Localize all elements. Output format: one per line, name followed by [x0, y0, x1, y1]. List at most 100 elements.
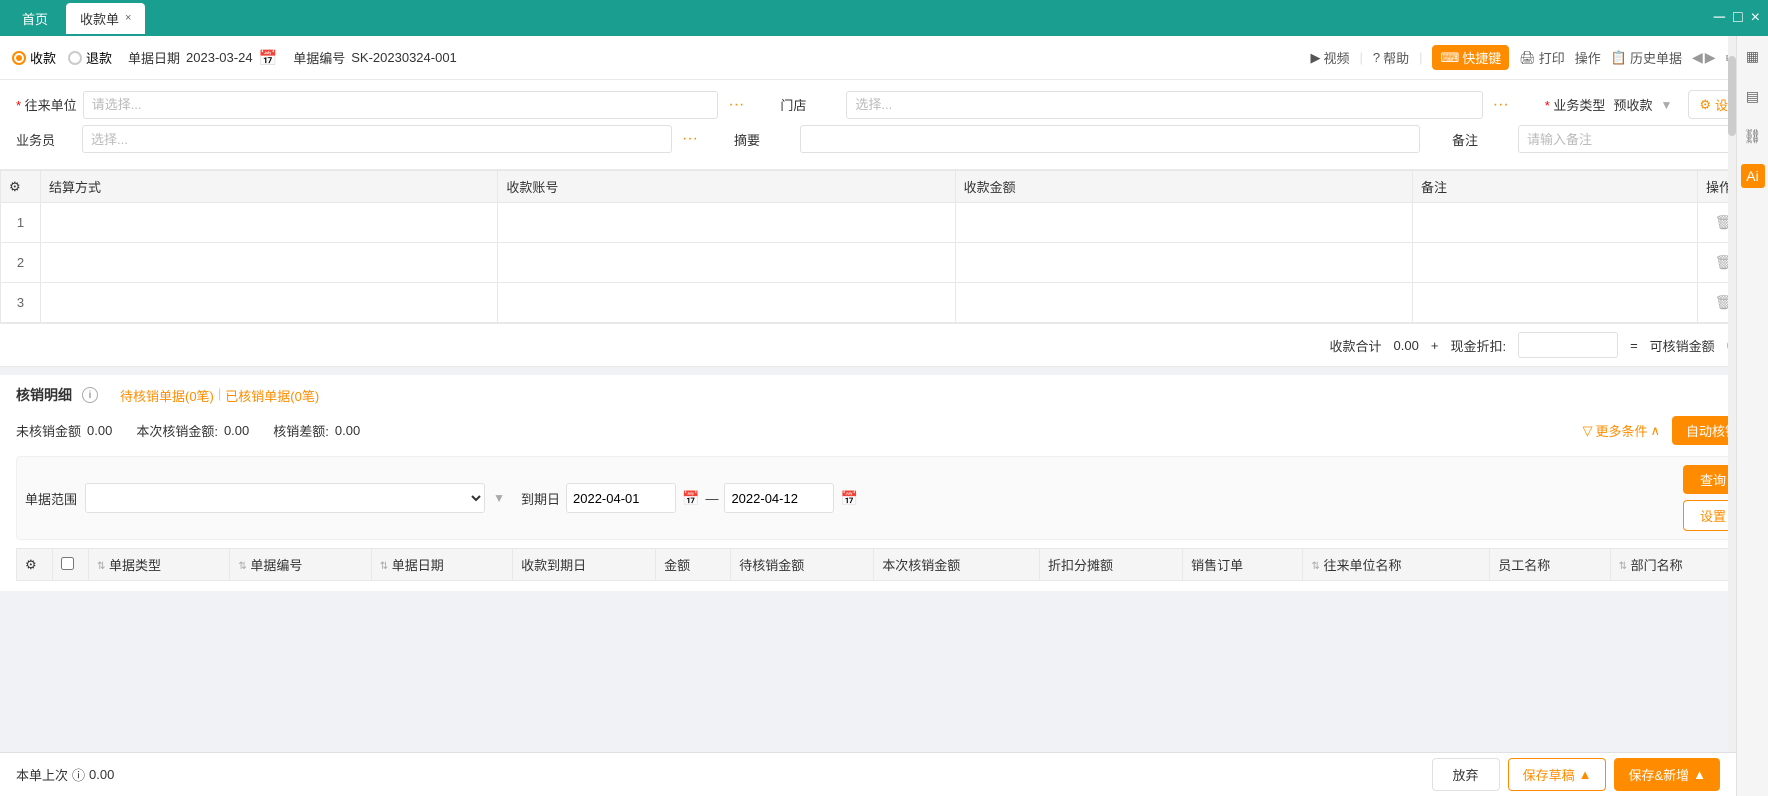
minimize-icon[interactable]: ─ [1714, 9, 1725, 27]
reconcile-section: 核销明细 i 待核销单据(0笔) | 已核销单据(0笔) 未核销金额 0.00 … [0, 375, 1768, 591]
pending-tab[interactable]: 待核销单据(0笔) [120, 386, 214, 405]
account-no-3[interactable] [498, 283, 955, 323]
salesperson-more-btn[interactable]: ··· [678, 130, 702, 148]
settle-method-3[interactable] [41, 283, 498, 323]
range-label: 单据范围 [25, 489, 77, 508]
shortcut-btn[interactable]: ⌨ 快捷键 [1432, 45, 1509, 70]
help-icon: ? [1373, 50, 1380, 65]
store-input[interactable] [846, 91, 1482, 119]
toolbar-right: ▶ 视频 | ? 帮助 | ⌨ 快捷键 🖨 打印 操作 📋 历史单据 ◀ ▶ ≡… [1310, 45, 1756, 70]
bottom-th-employee: 员工名称 [1490, 549, 1610, 581]
range-select[interactable] [85, 483, 485, 513]
amount-2[interactable] [955, 243, 1412, 283]
total-value: 0.00 [1394, 338, 1419, 353]
history-btn[interactable]: 📋 历史单据 [1611, 48, 1682, 67]
done-tab[interactable]: 已核销单据(0笔) [225, 386, 319, 405]
print-icon: 🖨 [1519, 50, 1536, 66]
bottom-th-bill-date: ⇅ 单据日期 [371, 549, 512, 581]
sidebar-table-icon[interactable]: ▦ [1741, 44, 1765, 68]
nav-next-icon[interactable]: ▶ [1705, 49, 1716, 66]
sum-row: 收款合计 0.00 + 现金折扣: = 可核销金额 0.00 [0, 323, 1768, 367]
bill-date-label: 单据日期 [128, 48, 180, 67]
remarks-1[interactable] [1412, 203, 1697, 243]
scroll-thumb[interactable] [1728, 56, 1736, 136]
discount-input[interactable] [1518, 332, 1618, 358]
tab-receipt[interactable]: 收款单 × [66, 3, 145, 34]
sidebar-link-icon[interactable]: ⛓ [1741, 124, 1765, 148]
remarks-2[interactable] [1412, 243, 1697, 283]
run-info-label: 本单上次 [16, 765, 68, 784]
tab-bar: 首页 收款单 × ─ □ × [0, 0, 1768, 36]
print-btn[interactable]: 🖨 打印 [1519, 48, 1565, 67]
salesperson-label: 业务员 [16, 130, 76, 149]
abandon-btn[interactable]: 放弃 [1432, 758, 1500, 791]
biz-type-dropdown-icon[interactable]: ▼ [1660, 98, 1672, 112]
biz-type-field: 业务类型 预收款 ▼ [1545, 95, 1673, 114]
store-field: 门店 ··· [780, 91, 1512, 119]
table-row: 1 🗑 ⊞ [1, 203, 1768, 243]
settle-method-2[interactable] [41, 243, 498, 283]
settle-method-1[interactable] [41, 203, 498, 243]
diff-label: 核销差额: [273, 421, 329, 440]
this-check-value: 0.00 [224, 423, 249, 438]
table-settings-col[interactable]: ⚙ [1, 171, 41, 203]
unchecked-stat: 未核销金额 0.00 [16, 421, 112, 440]
reconcile-table: ⚙ ⇅ 单据类型 ⇅ 单据编号 ⇅ 单据日期 收款到期日 金额 待核销金额 本次… [16, 548, 1752, 581]
range-dropdown-icon[interactable]: ▼ [493, 491, 505, 505]
video-icon: ▶ [1310, 50, 1320, 66]
tab-close-icon[interactable]: × [125, 12, 131, 24]
reconcile-info-icon[interactable]: i [82, 387, 98, 403]
radio-refund[interactable]: 退款 [68, 48, 112, 67]
nav-prev-icon[interactable]: ◀ [1692, 49, 1703, 66]
account-no-1[interactable] [498, 203, 955, 243]
bill-date-field: 单据日期 2023-03-24 📅 [128, 48, 277, 67]
date-from-input[interactable] [566, 483, 676, 513]
save-draft-btn[interactable]: 保存草稿 ▲ [1508, 758, 1607, 791]
right-sidebar: ▦ ▤ ⛓ Ai [1736, 36, 1768, 796]
operation-btn[interactable]: 操作 [1575, 48, 1601, 67]
th-amount: 收款金额 [955, 171, 1412, 203]
th-account-no: 收款账号 [498, 171, 955, 203]
cal-to-icon[interactable]: 📅 [840, 490, 857, 507]
counterpart-label: 往来单位 [16, 95, 77, 114]
radio-receipt[interactable]: 收款 [12, 48, 56, 67]
this-check-label: 本次核销金额: [136, 421, 218, 440]
remarks-3[interactable] [1412, 283, 1697, 323]
account-no-2[interactable] [498, 243, 955, 283]
store-more-btn[interactable]: ··· [1489, 96, 1513, 114]
tab-home[interactable]: 首页 [8, 3, 62, 34]
amount-1[interactable] [955, 203, 1412, 243]
bottom-th-bill-no: ⇅ 单据编号 [230, 549, 371, 581]
bottom-th-sales-order: 销售订单 [1183, 549, 1303, 581]
due-date-label: 到期日 [521, 489, 560, 508]
maximize-icon[interactable]: □ [1733, 9, 1743, 27]
diff-stat: 核销差额: 0.00 [273, 421, 360, 440]
scroll-track[interactable] [1728, 36, 1736, 752]
sidebar-ai-icon[interactable]: Ai [1741, 164, 1765, 188]
salesperson-input[interactable] [82, 125, 672, 153]
bottom-th-gear[interactable]: ⚙ [17, 549, 53, 581]
date-to-input[interactable] [724, 483, 834, 513]
counterpart-more-btn[interactable]: ··· [724, 96, 748, 114]
save-new-btn[interactable]: 保存&新增 ▲ [1614, 758, 1720, 791]
amount-3[interactable] [955, 283, 1412, 323]
run-info-icon[interactable]: ⓘ [72, 765, 85, 784]
summary-input[interactable] [800, 125, 1420, 153]
bill-date-calendar-icon[interactable]: 📅 [259, 49, 278, 67]
remarks-input[interactable] [1518, 125, 1752, 153]
bottom-th-discount: 折扣分摊额 [1040, 549, 1183, 581]
bill-no-label: 单据编号 [293, 48, 345, 67]
select-all-checkbox[interactable] [61, 557, 74, 570]
salesperson-field: 业务员 ··· [16, 125, 702, 153]
reconcile-title: 核销明细 [16, 385, 72, 405]
bottom-th-bill-type: ⇅ 单据类型 [89, 549, 230, 581]
bottom-th-checkbox[interactable] [53, 549, 89, 581]
help-btn[interactable]: ? 帮助 [1373, 48, 1409, 67]
sidebar-form-icon[interactable]: ▤ [1741, 84, 1765, 108]
video-btn[interactable]: ▶ 视频 [1310, 48, 1349, 67]
cal-from-icon[interactable]: 📅 [682, 490, 699, 507]
this-check-stat: 本次核销金额: 0.00 [136, 421, 249, 440]
close-icon[interactable]: × [1751, 9, 1760, 27]
counterpart-input[interactable] [83, 91, 719, 119]
more-conditions-btn[interactable]: ▽ 更多条件 ∧ [1582, 421, 1660, 440]
